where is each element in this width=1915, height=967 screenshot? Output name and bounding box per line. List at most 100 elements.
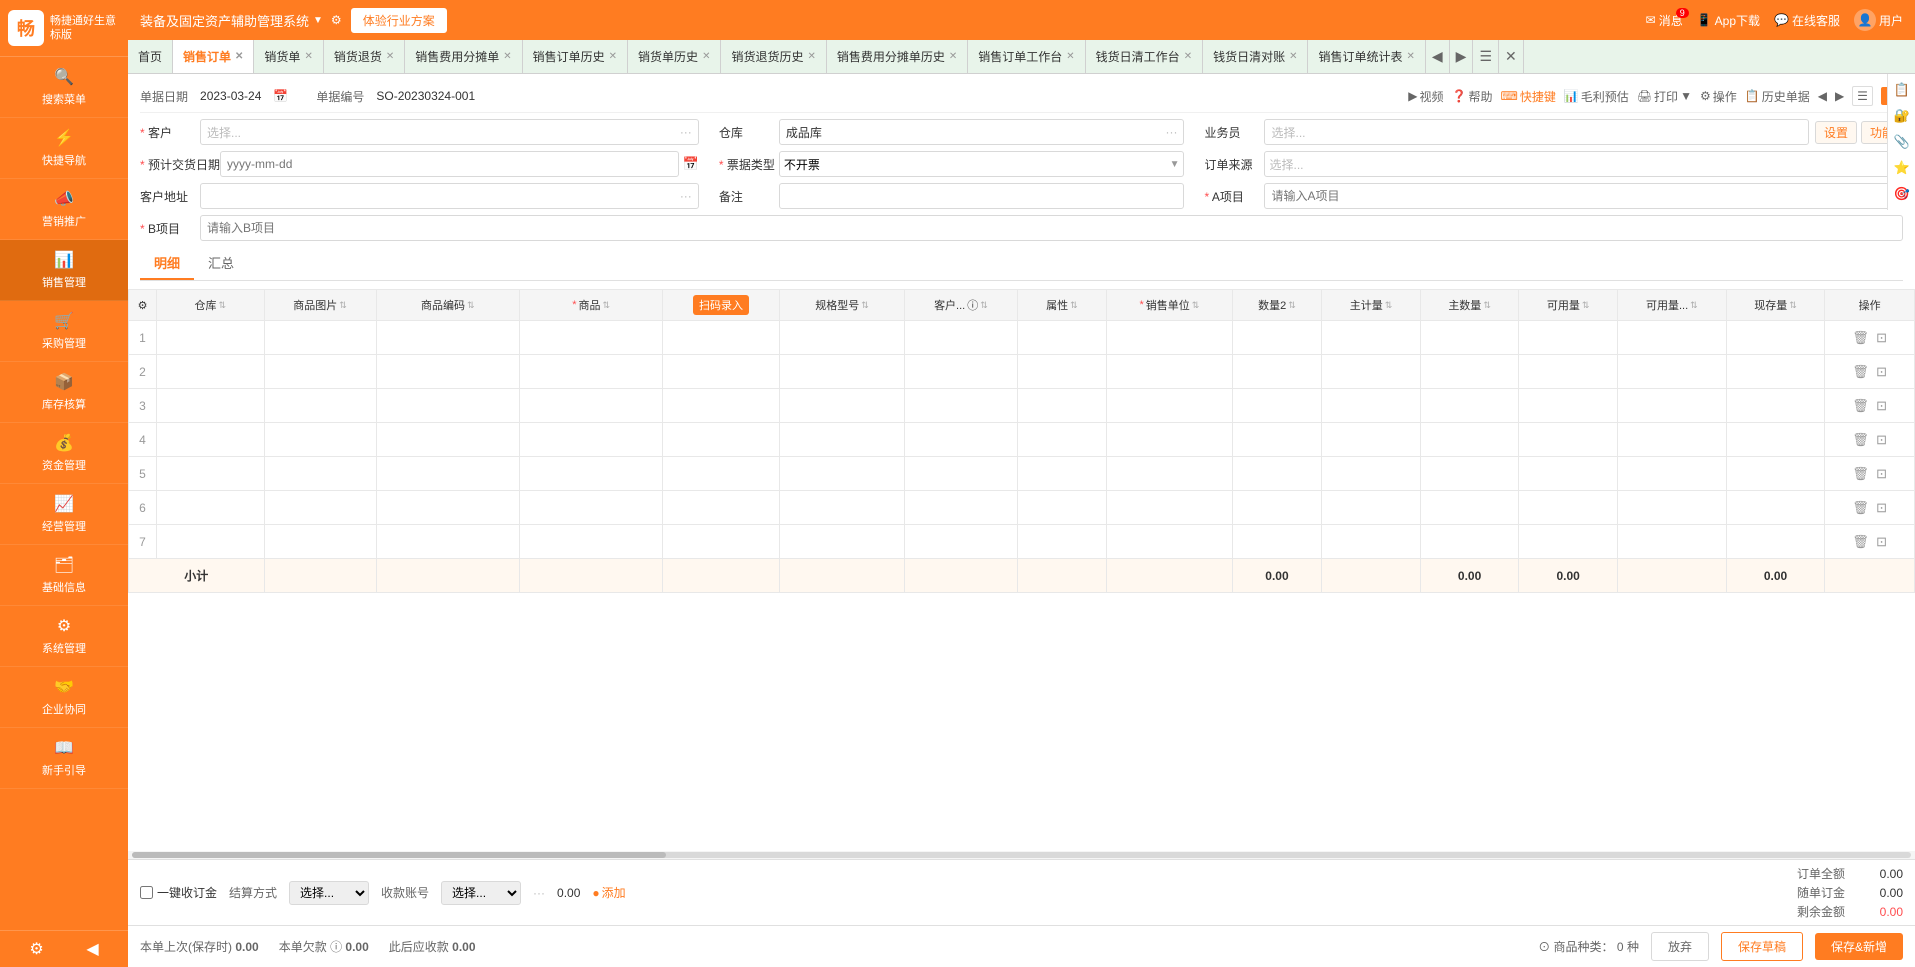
quick-receive-checkbox[interactable] — [140, 886, 153, 899]
row-2-unit[interactable] — [1107, 355, 1232, 389]
row-1-main-qty[interactable] — [1420, 321, 1519, 355]
row-3-customer-code[interactable] — [905, 389, 1017, 423]
row-3-current[interactable] — [1726, 389, 1825, 423]
save-draft-button[interactable]: 保存草稿 — [1721, 932, 1803, 961]
salesperson-select[interactable]: 选择... — [1264, 119, 1808, 145]
row-3-available2[interactable] — [1617, 389, 1726, 423]
address-input[interactable]: ··· — [200, 183, 699, 209]
row-1-unit[interactable] — [1107, 321, 1232, 355]
row-5-customer-code[interactable] — [905, 457, 1017, 491]
row-6-img[interactable] — [264, 491, 376, 525]
row-4-current[interactable] — [1726, 423, 1825, 457]
row-3-warehouse[interactable] — [157, 389, 265, 423]
row-7-main-unit[interactable] — [1322, 525, 1421, 559]
row-2-available[interactable] — [1519, 355, 1618, 389]
row-2-customer-code[interactable] — [905, 355, 1017, 389]
tab-close-daily-workbench[interactable]: ✕ — [1184, 51, 1192, 62]
system-name[interactable]: 装备及固定资产辅助管理系统 ▼ — [140, 11, 323, 30]
row-6-main-unit[interactable] — [1322, 491, 1421, 525]
row-3-attr[interactable] — [1017, 389, 1107, 423]
tab-close-all-btn[interactable]: ✕ — [1499, 40, 1524, 73]
tab-next-btn[interactable]: ▶ — [1450, 40, 1474, 73]
row-1-current[interactable] — [1726, 321, 1825, 355]
row-6-main-qty[interactable] — [1420, 491, 1519, 525]
app-download-btn[interactable]: 📱 App下载 — [1697, 12, 1760, 29]
row-1-product[interactable] — [519, 321, 662, 355]
row-4-customer-code[interactable] — [905, 423, 1017, 457]
tab-close-sales-order-history[interactable]: ✕ — [609, 51, 617, 62]
row-5-qty2[interactable] — [1232, 457, 1322, 491]
row-4-code[interactable] — [376, 423, 519, 457]
row-1-code[interactable] — [376, 321, 519, 355]
sidebar-item-marketing[interactable]: 📣 营销推广 — [0, 179, 128, 240]
list-view-btn[interactable]: ☰ — [1852, 86, 1873, 106]
row-3-unit[interactable] — [1107, 389, 1232, 423]
customer-ellipsis[interactable]: ··· — [680, 125, 692, 139]
row-3-delete-icon[interactable]: 🗑 — [1852, 398, 1869, 413]
payment-method-select[interactable]: 选择... — [289, 881, 369, 905]
expected-date-input[interactable] — [220, 151, 679, 177]
row-5-attr[interactable] — [1017, 457, 1107, 491]
collapse-icon[interactable]: ◀ — [86, 939, 98, 959]
warehouse-select[interactable]: 成品库 ··· — [779, 119, 1185, 145]
row-5-delete-icon[interactable]: 🗑 — [1852, 466, 1869, 481]
row-7-spec[interactable] — [779, 525, 904, 559]
row-3-product[interactable] — [519, 389, 662, 423]
tab-sales-order[interactable]: 销售订单 ✕ — [173, 40, 254, 73]
row-2-spec[interactable] — [779, 355, 904, 389]
settings-icon[interactable]: ⚙ — [331, 13, 342, 27]
row-6-qty2[interactable] — [1232, 491, 1322, 525]
row-6-delete-icon[interactable]: 🗑 — [1852, 500, 1869, 515]
row-1-spec[interactable] — [779, 321, 904, 355]
row-5-code[interactable] — [376, 457, 519, 491]
row-6-attr[interactable] — [1017, 491, 1107, 525]
row-6-spec[interactable] — [779, 491, 904, 525]
date-picker-icon[interactable]: 📅 — [683, 156, 699, 172]
horizontal-scrollbar[interactable] — [128, 851, 1915, 859]
panel-btn-3[interactable]: 📎 — [1890, 130, 1914, 154]
sidebar-item-sales[interactable]: 📊 销售管理 — [0, 240, 128, 301]
tab-close-sales-stats[interactable]: ✕ — [1407, 51, 1415, 62]
row-6-available[interactable] — [1519, 491, 1618, 525]
row-1-warehouse[interactable] — [157, 321, 265, 355]
row-6-current[interactable] — [1726, 491, 1825, 525]
row-4-main-unit[interactable] — [1322, 423, 1421, 457]
video-btn[interactable]: ▶ 视频 — [1408, 88, 1443, 105]
history-btn[interactable]: 📋 历史单据 — [1745, 88, 1810, 105]
settings-gear-icon[interactable]: ⚙ — [29, 939, 43, 959]
row-4-product[interactable] — [519, 423, 662, 457]
col-header-attr[interactable]: 属性⇅ — [1017, 290, 1107, 321]
tab-sales-goods-history[interactable]: 销货单历史 ✕ — [628, 40, 721, 73]
row-2-current[interactable] — [1726, 355, 1825, 389]
row-6-code[interactable] — [376, 491, 519, 525]
row-7-product[interactable] — [519, 525, 662, 559]
col-header-available[interactable]: 可用量⇅ — [1519, 290, 1618, 321]
row-2-qty2[interactable] — [1232, 355, 1322, 389]
row-2-main-qty[interactable] — [1420, 355, 1519, 389]
row-2-available2[interactable] — [1617, 355, 1726, 389]
row-6-copy-icon[interactable]: ⊡ — [1876, 500, 1887, 515]
panel-btn-5[interactable]: 🎯 — [1890, 182, 1914, 206]
tab-home[interactable]: 首页 — [128, 40, 173, 73]
row-5-main-qty[interactable] — [1420, 457, 1519, 491]
online-service-btn[interactable]: 💬 在线客服 — [1774, 12, 1840, 29]
row-2-copy-icon[interactable]: ⊡ — [1876, 364, 1887, 379]
scroll-thumb[interactable] — [132, 852, 666, 858]
row-1-customer-code[interactable] — [905, 321, 1017, 355]
row-7-code[interactable] — [376, 525, 519, 559]
row-2-main-unit[interactable] — [1322, 355, 1421, 389]
quick-receive-label[interactable]: 一键收订金 — [140, 884, 217, 901]
row-3-main-unit[interactable] — [1322, 389, 1421, 423]
row-6-available2[interactable] — [1617, 491, 1726, 525]
row-3-spec[interactable] — [779, 389, 904, 423]
row-3-available[interactable] — [1519, 389, 1618, 423]
col-header-main-qty[interactable]: 主数量⇅ — [1420, 290, 1519, 321]
col-header-current[interactable]: 现存量⇅ — [1726, 290, 1825, 321]
row-4-attr[interactable] — [1017, 423, 1107, 457]
tab-menu-btn[interactable]: ☰ — [1473, 40, 1499, 73]
row-5-main-unit[interactable] — [1322, 457, 1421, 491]
tab-summary[interactable]: 汇总 — [194, 247, 248, 280]
shortcut-btn[interactable]: ⌨ 快捷键 — [1501, 88, 1556, 105]
row-1-qty2[interactable] — [1232, 321, 1322, 355]
row-7-unit[interactable] — [1107, 525, 1232, 559]
